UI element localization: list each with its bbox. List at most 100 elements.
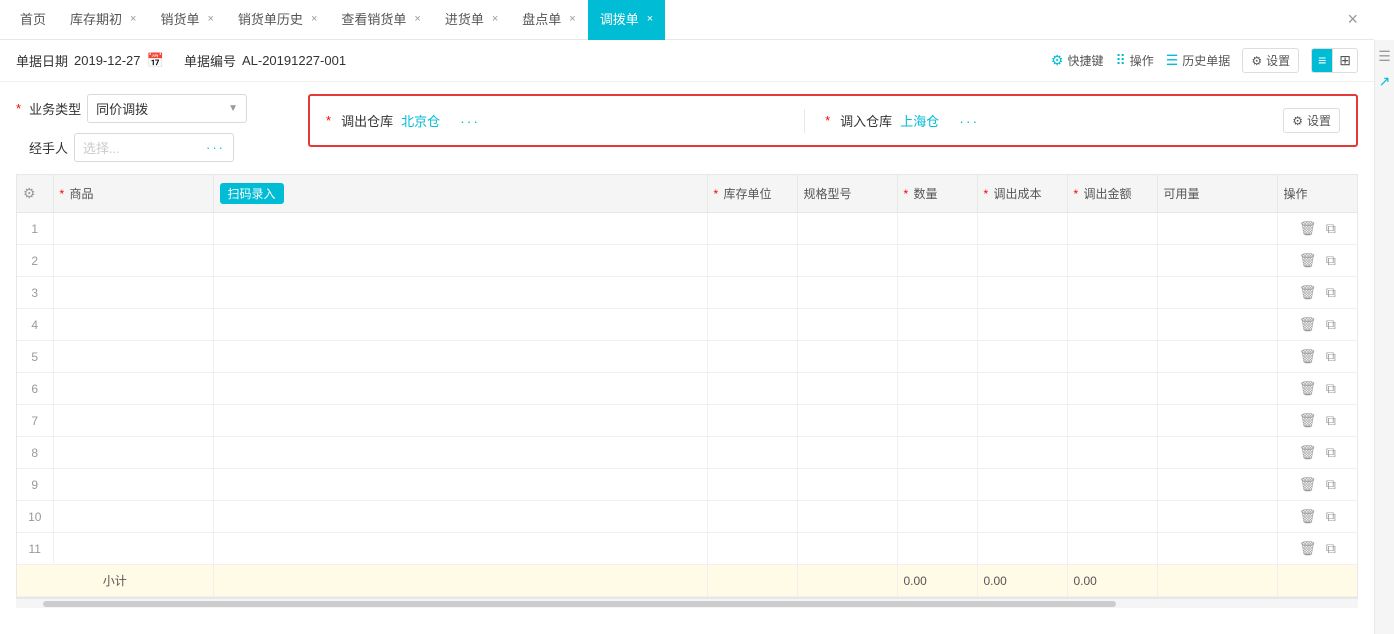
row-qty[interactable]: [897, 245, 977, 277]
row-spec[interactable]: [797, 245, 897, 277]
row-cost[interactable]: [977, 437, 1067, 469]
tab-close-view-sales[interactable]: ×: [414, 13, 420, 25]
row-spec[interactable]: [797, 341, 897, 373]
row-product[interactable]: [53, 373, 213, 405]
tab-sales-order[interactable]: 销货单 ×: [148, 0, 225, 40]
row-amount[interactable]: [1067, 405, 1157, 437]
row-cost[interactable]: [977, 309, 1067, 341]
row-spec[interactable]: [797, 469, 897, 501]
copy-icon[interactable]: ⧉: [1326, 316, 1336, 332]
row-amount[interactable]: [1067, 277, 1157, 309]
row-product[interactable]: [53, 245, 213, 277]
row-product[interactable]: [53, 277, 213, 309]
copy-icon[interactable]: ⧉: [1326, 540, 1336, 556]
row-qty[interactable]: [897, 533, 977, 565]
delete-icon[interactable]: 🗑: [1299, 348, 1317, 364]
row-avail[interactable]: [1157, 437, 1277, 469]
delete-icon[interactable]: 🗑: [1299, 284, 1317, 300]
tab-inventory-init[interactable]: 库存期初 ×: [58, 0, 148, 40]
row-spec[interactable]: [797, 373, 897, 405]
delete-icon[interactable]: 🗑: [1299, 316, 1317, 332]
row-avail[interactable]: [1157, 469, 1277, 501]
delete-icon[interactable]: 🗑: [1299, 380, 1317, 396]
row-qty[interactable]: [897, 501, 977, 533]
row-qty[interactable]: [897, 469, 977, 501]
row-avail[interactable]: [1157, 533, 1277, 565]
warehouse-in-more-icon[interactable]: ···: [959, 113, 979, 129]
row-qty[interactable]: [897, 341, 977, 373]
row-amount[interactable]: [1067, 533, 1157, 565]
row-cost[interactable]: [977, 373, 1067, 405]
row-unit[interactable]: [707, 501, 797, 533]
row-cost[interactable]: [977, 469, 1067, 501]
row-product[interactable]: [53, 437, 213, 469]
row-qty[interactable]: [897, 437, 977, 469]
row-spec[interactable]: [797, 405, 897, 437]
row-amount[interactable]: [1067, 373, 1157, 405]
row-avail[interactable]: [1157, 405, 1277, 437]
copy-icon[interactable]: ⧉: [1326, 444, 1336, 460]
row-amount[interactable]: [1067, 341, 1157, 373]
delete-icon[interactable]: 🗑: [1299, 220, 1317, 236]
warehouse-settings-button[interactable]: ⚙ 设置: [1283, 108, 1340, 133]
delete-icon[interactable]: 🗑: [1299, 444, 1317, 460]
row-amount[interactable]: [1067, 309, 1157, 341]
row-avail[interactable]: [1157, 341, 1277, 373]
row-spec[interactable]: [797, 277, 897, 309]
copy-icon[interactable]: ⧉: [1326, 252, 1336, 268]
row-cost[interactable]: [977, 245, 1067, 277]
history-btn[interactable]: ☰ 历史单据: [1166, 52, 1231, 69]
row-amount[interactable]: [1067, 213, 1157, 245]
warehouse-out-more-icon[interactable]: ···: [460, 113, 480, 129]
row-product[interactable]: [53, 501, 213, 533]
row-unit[interactable]: [707, 405, 797, 437]
row-spec[interactable]: [797, 437, 897, 469]
scan-button[interactable]: 扫码录入: [220, 183, 284, 204]
row-product[interactable]: [53, 405, 213, 437]
row-unit[interactable]: [707, 277, 797, 309]
row-avail[interactable]: [1157, 373, 1277, 405]
horizontal-scrollbar[interactable]: [16, 598, 1358, 608]
tab-close-sales-history[interactable]: ×: [311, 13, 317, 25]
copy-icon[interactable]: ⧉: [1326, 284, 1336, 300]
row-product[interactable]: [53, 213, 213, 245]
row-unit[interactable]: [707, 373, 797, 405]
row-amount[interactable]: [1067, 245, 1157, 277]
row-cost[interactable]: [977, 213, 1067, 245]
shortcut-btn[interactable]: ⚙ 快捷键: [1051, 52, 1104, 69]
tab-close-inventory-init[interactable]: ×: [130, 13, 136, 25]
row-qty[interactable]: [897, 277, 977, 309]
row-spec[interactable]: [797, 501, 897, 533]
row-cost[interactable]: [977, 341, 1067, 373]
row-cost[interactable]: [977, 533, 1067, 565]
view-list-btn[interactable]: ≡: [1312, 49, 1333, 72]
row-avail[interactable]: [1157, 501, 1277, 533]
row-cost[interactable]: [977, 501, 1067, 533]
settings-button[interactable]: ⚙ 设置: [1242, 48, 1299, 73]
row-qty[interactable]: [897, 213, 977, 245]
row-unit[interactable]: [707, 341, 797, 373]
tab-home[interactable]: 首页: [8, 0, 58, 40]
copy-icon[interactable]: ⧉: [1326, 380, 1336, 396]
row-qty[interactable]: [897, 309, 977, 341]
tab-purchase[interactable]: 进货单 ×: [433, 0, 510, 40]
sidebar-export-icon[interactable]: ↗: [1379, 73, 1391, 90]
delete-icon[interactable]: 🗑: [1299, 252, 1317, 268]
tab-close-stocktake[interactable]: ×: [569, 13, 575, 25]
table-gear-icon[interactable]: ⚙: [23, 185, 36, 201]
row-unit[interactable]: [707, 213, 797, 245]
copy-icon[interactable]: ⧉: [1326, 412, 1336, 428]
copy-icon[interactable]: ⧉: [1326, 508, 1336, 524]
person-more-icon[interactable]: ···: [206, 140, 225, 155]
row-unit[interactable]: [707, 437, 797, 469]
copy-icon[interactable]: ⧉: [1326, 220, 1336, 236]
tab-transfer[interactable]: 调拨单 ×: [588, 0, 665, 40]
sidebar-list-icon[interactable]: ☰: [1378, 48, 1391, 65]
copy-icon[interactable]: ⧉: [1326, 476, 1336, 492]
row-qty[interactable]: [897, 373, 977, 405]
row-product[interactable]: [53, 469, 213, 501]
row-avail[interactable]: [1157, 309, 1277, 341]
row-unit[interactable]: [707, 533, 797, 565]
person-select[interactable]: 选择... ···: [74, 133, 234, 162]
row-unit[interactable]: [707, 469, 797, 501]
